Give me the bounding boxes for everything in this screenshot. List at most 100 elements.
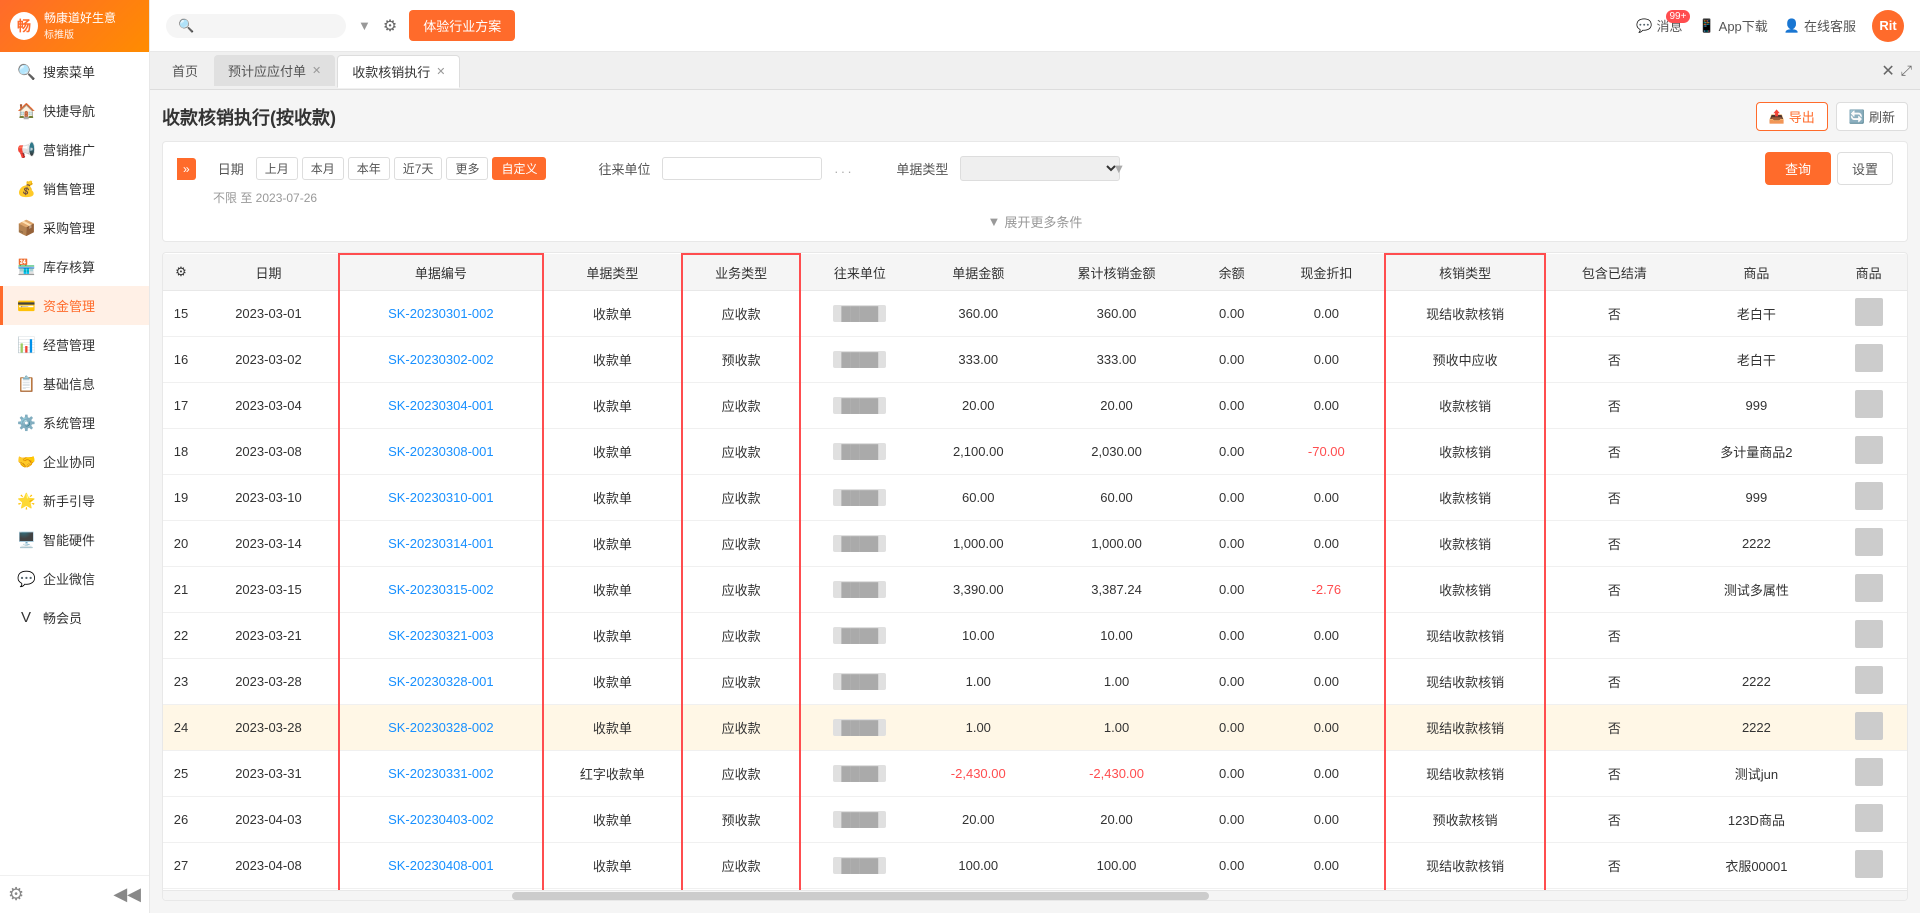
- tab-close-receipts[interactable]: ✕: [436, 65, 445, 78]
- doc-no-link[interactable]: SK-20230315-002: [388, 582, 494, 597]
- partner-input[interactable]: [662, 157, 822, 180]
- sidebar-gear-icon[interactable]: ⚙: [8, 884, 24, 905]
- row-balance: 0.00: [1195, 705, 1269, 751]
- filter-actions: 查询 设置: [1765, 152, 1893, 185]
- more-date-button[interactable]: 更多: [446, 157, 488, 180]
- tabbar-expand-button[interactable]: ⤢: [1901, 62, 1912, 79]
- more-filters-dots[interactable]: ...: [834, 161, 854, 176]
- tab-home[interactable]: 首页: [158, 55, 212, 86]
- sidebar-item-guide[interactable]: 🌟 新手引导: [0, 481, 149, 520]
- row-verify-type: 现结收款核销: [1385, 659, 1545, 705]
- doc-no-link[interactable]: SK-20230302-002: [388, 352, 494, 367]
- sidebar-item-quick-nav[interactable]: 🏠 快捷导航: [0, 91, 149, 130]
- tab-receipts[interactable]: 收款核销执行 ✕: [337, 55, 460, 88]
- sidebar-item-hardware[interactable]: 🖥️ 智能硬件: [0, 520, 149, 559]
- col-include-settled: 包含已结清: [1545, 254, 1683, 291]
- row-date: 2023-03-04: [199, 383, 339, 429]
- last-month-button[interactable]: 上月: [256, 157, 298, 180]
- filter-settings-button[interactable]: 设置: [1837, 152, 1893, 185]
- sidebar-collapse-icon[interactable]: ◀◀: [113, 884, 141, 905]
- row-amount: 1,000.00: [918, 521, 1038, 567]
- sidebar-item-sales[interactable]: 💰 销售管理: [0, 169, 149, 208]
- doc-no-link[interactable]: SK-20230301-002: [388, 306, 494, 321]
- col-settings[interactable]: ⚙: [163, 254, 199, 291]
- messages-icon-item[interactable]: 💬 消息 99+: [1636, 16, 1682, 35]
- user-avatar[interactable]: Rit: [1872, 10, 1904, 42]
- doc-no-link[interactable]: SK-20230331-002: [388, 766, 494, 781]
- sidebar-icon-wechat: 💬: [17, 570, 35, 588]
- doc-no-link[interactable]: SK-20230310-001: [388, 490, 494, 505]
- sidebar-item-search[interactable]: 🔍 搜索菜单: [0, 52, 149, 91]
- row-include-settled: 否: [1545, 613, 1683, 659]
- table-row: 19 2023-03-10 SK-20230310-001 收款单 应收款 ██…: [163, 475, 1907, 521]
- sidebar-item-purchase[interactable]: 📦 采购管理: [0, 208, 149, 247]
- doc-no-link[interactable]: SK-20230408-001: [388, 858, 494, 873]
- doc-no-link[interactable]: SK-20230328-002: [388, 720, 494, 735]
- expand-icon: ▼: [988, 214, 1001, 229]
- sidebar-item-wechat[interactable]: 💬 企业微信: [0, 559, 149, 598]
- sidebar-item-marketing[interactable]: 📢 营销推广: [0, 130, 149, 169]
- row-product2: [1830, 337, 1907, 383]
- topbar-dropdown-icon[interactable]: ▼: [358, 18, 371, 33]
- query-button[interactable]: 查询: [1765, 152, 1831, 185]
- main-area: 🔍 ▼ ⚙ 体验行业方案 💬 消息 99+ 📱 App下载 👤 在线客服 Rit: [150, 0, 1920, 913]
- doc-no-link[interactable]: SK-20230304-001: [388, 398, 494, 413]
- filter-collapse-button[interactable]: »: [177, 158, 196, 180]
- last-7-days-button[interactable]: 近7天: [394, 157, 443, 180]
- row-verify-type: 现结收款核销: [1385, 843, 1545, 889]
- col-doc-type: 单据类型: [543, 254, 682, 291]
- doc-no-link[interactable]: SK-20230321-003: [388, 628, 494, 643]
- this-month-button[interactable]: 本月: [302, 157, 344, 180]
- sidebar-label-search: 搜索菜单: [43, 62, 95, 81]
- online-service-item[interactable]: 👤 在线客服: [1784, 16, 1856, 35]
- table-row: 21 2023-03-15 SK-20230315-002 收款单 应收款 ██…: [163, 567, 1907, 613]
- table-row: 24 2023-03-28 SK-20230328-002 收款单 应收款 ██…: [163, 705, 1907, 751]
- tab-receivable[interactable]: 预计应应付单✕: [214, 55, 335, 86]
- row-doc-no: SK-20230321-003: [339, 613, 543, 659]
- row-verify-type: 预收款核销: [1385, 797, 1545, 843]
- row-discount: -2.76: [1268, 567, 1385, 613]
- sidebar-item-finance[interactable]: 💳 资金管理: [0, 286, 149, 325]
- sidebar-item-vip[interactable]: V 畅会员: [0, 598, 149, 637]
- doc-type-select[interactable]: [960, 156, 1120, 181]
- solution-button[interactable]: 体验行业方案: [409, 10, 515, 41]
- date-range-display: 不限 至 2023-07-26: [213, 191, 317, 205]
- app-download-item[interactable]: 📱 App下载: [1698, 16, 1767, 35]
- row-date: 2023-03-01: [199, 291, 339, 337]
- row-amount: -2,430.00: [918, 751, 1038, 797]
- tab-label-receipts: 收款核销执行: [352, 62, 430, 81]
- sidebar-label-sales: 销售管理: [43, 179, 95, 198]
- tab-close-receivable[interactable]: ✕: [312, 64, 321, 77]
- custom-date-button[interactable]: 自定义: [492, 157, 546, 180]
- this-year-button[interactable]: 本年: [348, 157, 390, 180]
- refresh-button[interactable]: 🔄 刷新: [1836, 102, 1908, 131]
- expand-more-button[interactable]: ▼ 展开更多条件: [177, 212, 1893, 231]
- notification-badge: 99+: [1666, 10, 1691, 23]
- row-cum-amount: -2,430.00: [1038, 751, 1195, 797]
- tab-label-home: 首页: [172, 61, 198, 80]
- horizontal-scrollbar[interactable]: [163, 890, 1907, 900]
- topbar-search[interactable]: 🔍: [166, 14, 346, 38]
- message-icon: 💬: [1636, 18, 1652, 34]
- doc-no-link[interactable]: SK-20230328-001: [388, 674, 494, 689]
- doc-no-link[interactable]: SK-20230308-001: [388, 444, 494, 459]
- row-cum-amount: 10.00: [1038, 613, 1195, 659]
- sidebar-item-system[interactable]: ⚙️ 系统管理: [0, 403, 149, 442]
- row-partner: ████: [800, 613, 918, 659]
- table-wrap: ⚙ 日期 单据编号 单据类型 业务类型 往来单位 单据金额 累计核销金额 余额 …: [163, 253, 1907, 890]
- sidebar-item-enterprise[interactable]: 🤝 企业协同: [0, 442, 149, 481]
- tabbar-close-button[interactable]: ✕: [1881, 61, 1894, 81]
- row-verify-type: 收款核销: [1385, 383, 1545, 429]
- export-button[interactable]: 📤 导出: [1756, 102, 1828, 131]
- sidebar-item-basic-info[interactable]: 📋 基础信息: [0, 364, 149, 403]
- doc-no-link[interactable]: SK-20230403-002: [388, 812, 494, 827]
- sidebar-item-operations[interactable]: 📊 经营管理: [0, 325, 149, 364]
- row-biz-type: 预收款: [682, 337, 800, 383]
- row-cum-amount: 333.00: [1038, 337, 1195, 383]
- row-biz-type: 应收款: [682, 613, 800, 659]
- col-biz-type: 业务类型: [682, 254, 800, 291]
- gear-icon[interactable]: ⚙: [383, 16, 397, 36]
- doc-no-link[interactable]: SK-20230314-001: [388, 536, 494, 551]
- sidebar-item-inventory[interactable]: 🏪 库存核算: [0, 247, 149, 286]
- row-cum-amount: 20.00: [1038, 383, 1195, 429]
